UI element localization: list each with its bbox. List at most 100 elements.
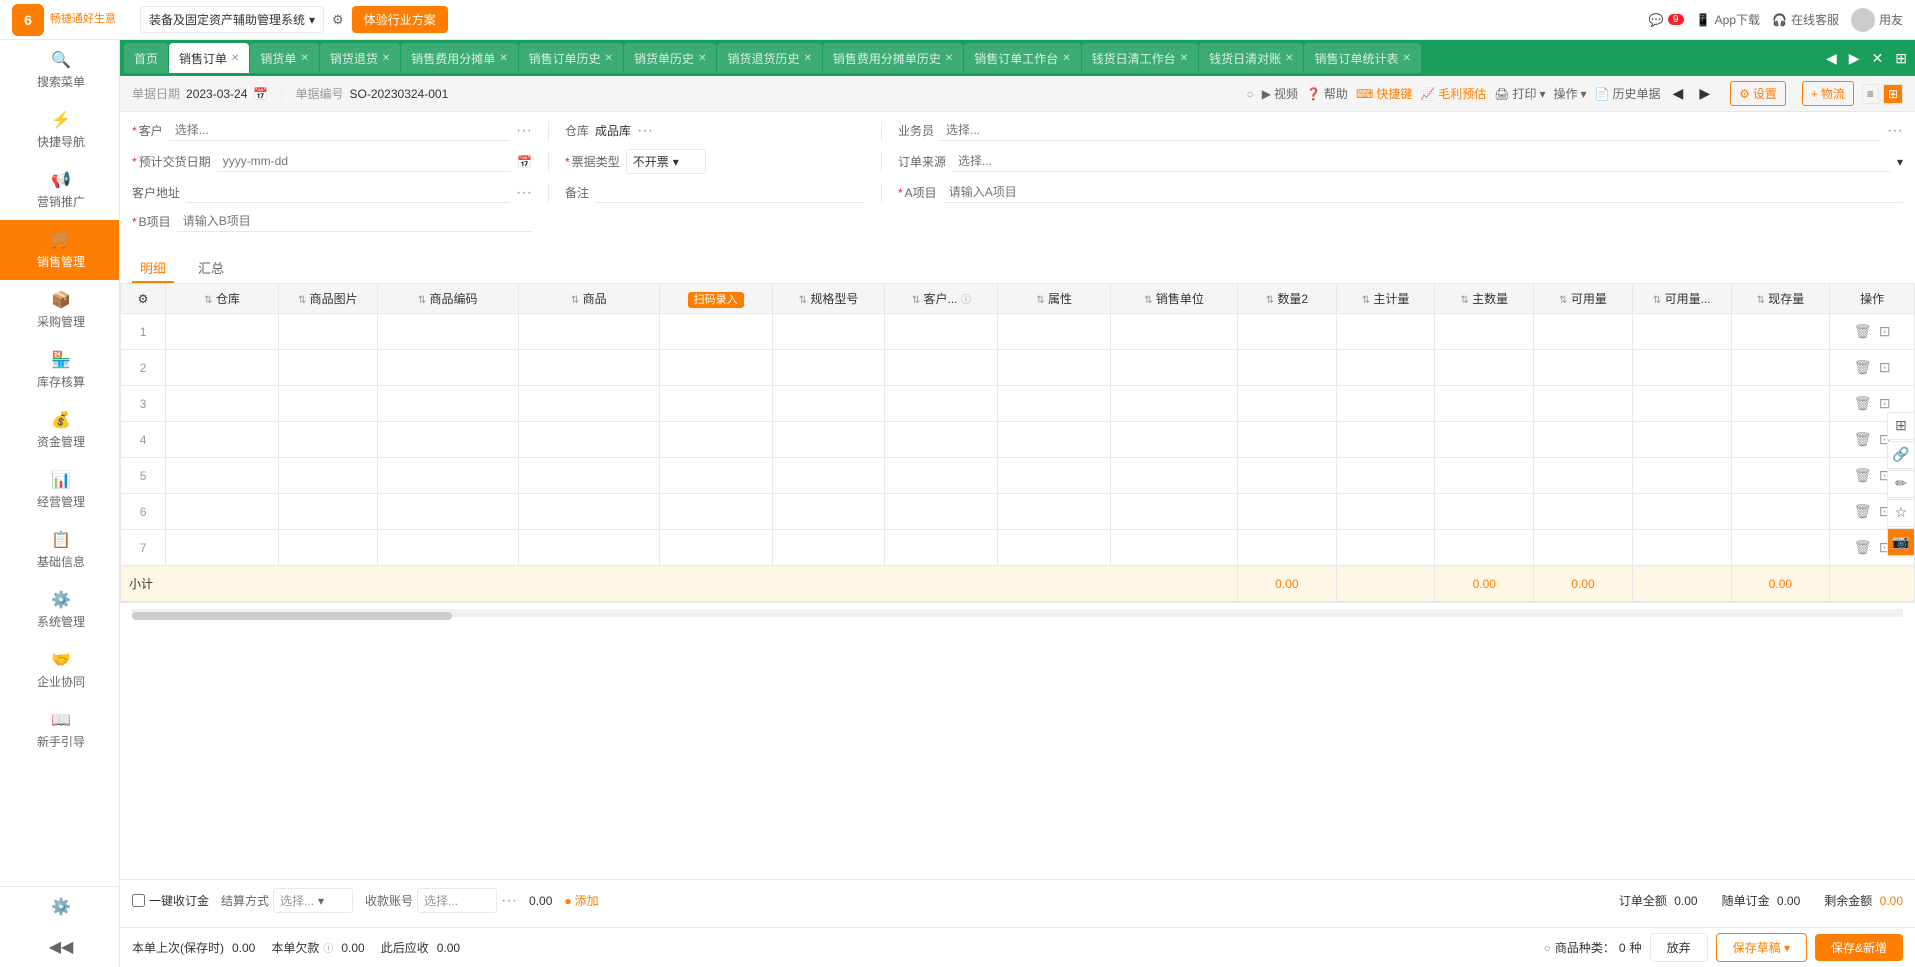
row-qty2-6[interactable] xyxy=(1237,494,1336,530)
row-attributes-2[interactable] xyxy=(998,350,1111,386)
operation-button[interactable]: 操作 ▾ xyxy=(1554,85,1587,102)
tab-sales-order-workbench-close[interactable]: ✕ xyxy=(1062,53,1070,64)
sort-icon-8[interactable]: ⇅ xyxy=(1144,295,1152,306)
row-spec-7[interactable] xyxy=(772,530,885,566)
row-customer-code-4[interactable] xyxy=(885,422,998,458)
row-main-qty-2[interactable] xyxy=(1435,350,1534,386)
tab-credit-clear-workbench[interactable]: 钱货日清工作台 ✕ xyxy=(1082,43,1198,73)
row-warehouse-4[interactable] xyxy=(166,422,279,458)
system-settings-icon[interactable]: ⚙ xyxy=(332,12,344,28)
add-button[interactable]: ● 添加 xyxy=(564,892,598,909)
th-scan[interactable]: 扫码录入 xyxy=(659,284,772,314)
sort-icon-9[interactable]: ⇅ xyxy=(1266,295,1274,306)
row-attributes-1[interactable] xyxy=(998,314,1111,350)
toolbar-prev-button[interactable]: ◀ xyxy=(1669,83,1688,104)
payment-method-select[interactable]: 选择... ▾ xyxy=(273,888,353,913)
delete-row-6-icon[interactable]: 🗑 xyxy=(1854,503,1872,519)
tab-sales-order[interactable]: 销售订单 ✕ xyxy=(169,43,249,73)
sidebar-item-config[interactable]: ⚙️ xyxy=(0,887,119,927)
row-product-code-3[interactable] xyxy=(377,386,518,422)
tab-more-button[interactable]: ✕ xyxy=(1868,48,1888,69)
sort-icon-13[interactable]: ⇅ xyxy=(1653,295,1661,306)
sort-icon-11[interactable]: ⇅ xyxy=(1460,295,1468,306)
tab-sales-expense-split[interactable]: 销售费用分摊单 ✕ xyxy=(401,43,517,73)
delete-row-7-icon[interactable]: 🗑 xyxy=(1854,539,1872,555)
tab-credit-clear-workbench-close[interactable]: ✕ xyxy=(1180,53,1188,64)
order-source-input[interactable] xyxy=(952,151,1891,172)
row-product-7[interactable] xyxy=(518,530,659,566)
th-settings[interactable]: ⚙ xyxy=(121,284,166,314)
delete-row-2-icon[interactable]: 🗑 xyxy=(1854,359,1872,375)
row-unit-5[interactable] xyxy=(1111,458,1238,494)
float-btn-edit[interactable]: ✏ xyxy=(1887,470,1915,498)
tab-sales-order-workbench[interactable]: 销售订单工作台 ✕ xyxy=(964,43,1080,73)
sort-icon-10[interactable]: ⇅ xyxy=(1362,295,1370,306)
row-product-3[interactable] xyxy=(518,386,659,422)
sort-icon-6[interactable]: ⇅ xyxy=(912,295,920,306)
float-btn-star[interactable]: ☆ xyxy=(1887,499,1915,527)
row-warehouse-6[interactable] xyxy=(166,494,279,530)
one-click-order-checkbox[interactable]: 一键收订金 xyxy=(132,892,209,909)
row-product-code-5[interactable] xyxy=(377,458,518,494)
sort-icon-14[interactable]: ⇅ xyxy=(1757,295,1765,306)
row-main-qty-3[interactable] xyxy=(1435,386,1534,422)
sort-icon-5[interactable]: ⇅ xyxy=(799,295,807,306)
row-customer-code-6[interactable] xyxy=(885,494,998,530)
row-warehouse-7[interactable] xyxy=(166,530,279,566)
delete-row-1-icon[interactable]: 🗑 xyxy=(1854,323,1872,339)
horizontal-scrollbar[interactable] xyxy=(120,602,1915,623)
row-product-6[interactable] xyxy=(518,494,659,530)
row-main-qty-1[interactable] xyxy=(1435,314,1534,350)
sort-icon[interactable]: ⇅ xyxy=(204,295,212,306)
row-spec-6[interactable] xyxy=(772,494,885,530)
float-btn-link[interactable]: 🔗 xyxy=(1887,441,1915,469)
row-product-code-2[interactable] xyxy=(377,350,518,386)
delete-row-3-icon[interactable]: 🗑 xyxy=(1854,395,1872,411)
print-button[interactable]: 🖨 打印 ▾ xyxy=(1494,85,1545,102)
float-btn-grid[interactable]: ⊞ xyxy=(1887,412,1915,440)
row-attributes-3[interactable] xyxy=(998,386,1111,422)
row-qty2-3[interactable] xyxy=(1237,386,1336,422)
tab-sales-invoice-history[interactable]: 销货单历史 ✕ xyxy=(624,43,716,73)
row-warehouse-5[interactable] xyxy=(166,458,279,494)
row-unit-2[interactable] xyxy=(1111,350,1238,386)
row-spec-1[interactable] xyxy=(772,314,885,350)
copy-row-1-icon[interactable]: ⊡ xyxy=(1879,323,1891,339)
tab-sales-expense-split-close[interactable]: ✕ xyxy=(499,53,507,64)
row-attributes-5[interactable] xyxy=(998,458,1111,494)
tab-sales-order-close[interactable]: ✕ xyxy=(231,53,239,64)
row-main-qty-6[interactable] xyxy=(1435,494,1534,530)
tab-sales-expense-history[interactable]: 销售费用分摊单历史 ✕ xyxy=(823,43,963,73)
calendar-icon[interactable]: 📅 xyxy=(253,87,268,101)
tab-sales-summary-close[interactable]: ✕ xyxy=(1403,53,1411,64)
settings-button[interactable]: ⚙ 设置 xyxy=(1730,81,1786,106)
tab-home[interactable]: 首页 xyxy=(124,43,168,73)
copy-row-3-icon[interactable]: ⊡ xyxy=(1879,395,1891,411)
sidebar-item-search[interactable]: 🔍 搜索菜单 xyxy=(0,40,119,100)
tab-sales-invoice-history-close[interactable]: ✕ xyxy=(698,53,706,64)
sort-icon-3[interactable]: ⇅ xyxy=(418,295,426,306)
row-unit-7[interactable] xyxy=(1111,530,1238,566)
profit-button[interactable]: 📈 毛利预估 xyxy=(1420,85,1486,102)
receipt-account-more-icon[interactable]: ··· xyxy=(501,892,517,910)
tab-sales-order-history[interactable]: 销售订单历史 ✕ xyxy=(519,43,623,73)
tab-sales-expense-history-close[interactable]: ✕ xyxy=(945,53,953,64)
grid-view-icon[interactable]: ⊞ xyxy=(1883,84,1903,104)
sidebar-item-collapse[interactable]: ◀◀ xyxy=(0,927,119,967)
receipt-account-select[interactable]: 选择... xyxy=(417,888,497,913)
message-item[interactable]: 💬 9 xyxy=(1649,13,1684,27)
tab-summary[interactable]: 汇总 xyxy=(190,254,232,283)
row-spec-4[interactable] xyxy=(772,422,885,458)
sidebar-item-enterprise[interactable]: 🤝 企业协同 xyxy=(0,640,119,700)
row-product-code-6[interactable] xyxy=(377,494,518,530)
online-service-item[interactable]: 🎧 在线客服 xyxy=(1772,11,1839,28)
sidebar-item-basic-info[interactable]: 📋 基础信息 xyxy=(0,520,119,580)
row-main-qty-5[interactable] xyxy=(1435,458,1534,494)
help-button[interactable]: ❓ 帮助 xyxy=(1306,85,1348,102)
system-selector[interactable]: 装备及固定资产辅助管理系统 ▾ xyxy=(140,6,324,33)
save-new-button[interactable]: 保存&新增 xyxy=(1815,934,1903,961)
address-more-icon[interactable]: ··· xyxy=(516,184,532,202)
sidebar-item-guide[interactable]: 📖 新手引导 xyxy=(0,700,119,760)
sort-icon-4[interactable]: ⇅ xyxy=(571,295,579,306)
expected-date-input[interactable] xyxy=(217,151,511,172)
